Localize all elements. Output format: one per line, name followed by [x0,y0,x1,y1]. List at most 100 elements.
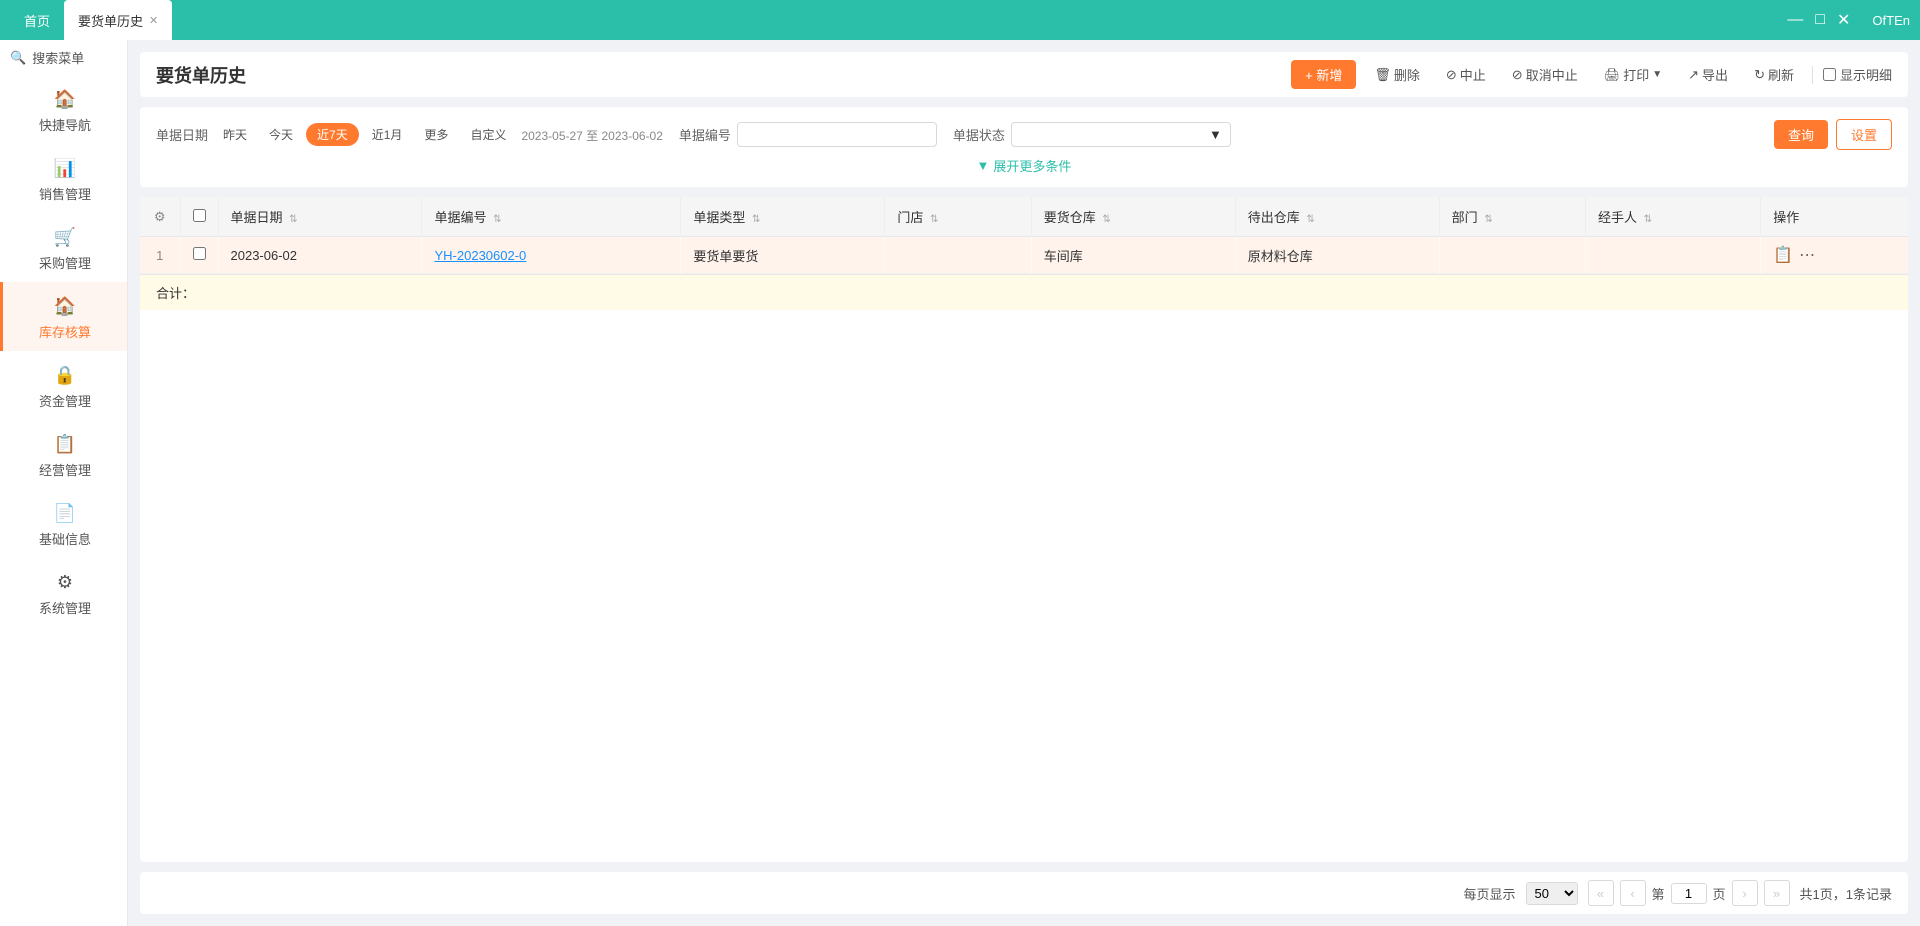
search-menu[interactable]: 🔍 搜索菜单 [0,40,127,75]
more-icon[interactable]: ⋯ [1799,245,1815,265]
basic-icon: 📄 [54,503,76,524]
col-settings[interactable]: ⚙ [140,197,180,237]
doc-no-link[interactable]: YH-20230602-0 [434,248,526,263]
edit-icon[interactable]: 📋 [1773,245,1793,265]
action-icons: 📋 ⋯ [1773,245,1896,265]
main-layout: 🔍 搜索菜单 🏠 快捷导航 📊 销售管理 🛒 采购管理 🏠 库存核算 🔒 资金管… [0,40,1920,926]
tab-home[interactable]: 首页 [10,0,64,40]
date-btn-yesterday[interactable]: 昨天 [214,123,256,146]
new-button[interactable]: + 新增 [1291,60,1356,89]
sidebar-item-nav[interactable]: 🏠 快捷导航 [0,75,127,144]
finance-icon: 🔒 [54,365,76,386]
row-doc-no: YH-20230602-0 [422,237,681,274]
nav-icon: 🏠 [54,89,76,110]
row-handler [1586,237,1761,274]
sidebar-item-purchase[interactable]: 🛒 采购管理 [0,213,127,282]
row-checkbox-cell [180,237,218,274]
stop-button[interactable]: ⊘ 中止 [1438,61,1494,88]
table-row: 1 2023-06-02 YH-20230602-0 要货单要货 车间库 原材料… [140,237,1908,274]
print-icon: 🖨 [1604,67,1621,83]
prev-page-btn[interactable]: ‹ [1620,880,1646,906]
window-controls: — □ ✕ OfTEn [1787,10,1910,30]
settings-button[interactable]: 设置 [1836,119,1892,150]
export-icon: ↗ [1688,67,1699,83]
maximize-icon[interactable]: □ [1815,11,1825,29]
toolbar-divider [1812,66,1813,84]
delete-button[interactable]: 🗑 删除 [1366,61,1428,88]
action-buttons: 查询 设置 [1774,119,1892,150]
col-dept-sort[interactable]: ⇅ [1484,214,1492,225]
col-handler: 经手人 ⇅ [1586,197,1761,237]
data-table: ⚙ 单据日期 ⇅ 单据编号 ⇅ 单据类型 [140,197,1908,862]
sidebar-item-operation[interactable]: 📋 经营管理 [0,420,127,489]
page-input[interactable] [1671,883,1707,904]
col-store: 门店 ⇅ [885,197,1031,237]
page-suffix: 页 [1713,884,1726,903]
sidebar-item-system[interactable]: ⚙ 系统管理 [0,558,127,627]
tab-close-icon[interactable]: ✕ [149,14,158,27]
col-pending-warehouse: 待出仓库 ⇅ [1235,197,1439,237]
operation-icon: 📋 [54,434,76,455]
sidebar-item-inventory[interactable]: 🏠 库存核算 [0,282,127,351]
export-button[interactable]: ↗ 导出 [1680,61,1736,88]
col-doctype-sort[interactable]: ⇅ [752,214,760,225]
minimize-icon[interactable]: — [1787,11,1803,29]
col-doc-no: 单据编号 ⇅ [422,197,681,237]
row-store [885,237,1031,274]
col-store-sort[interactable]: ⇅ [930,214,938,225]
row-date: 2023-06-02 [218,237,422,274]
col-docno-sort[interactable]: ⇅ [493,214,501,225]
sales-icon: 📊 [54,158,76,179]
cancel-stop-button[interactable]: ⊘ 取消中止 [1504,61,1586,88]
expand-more[interactable]: ▼ 展开更多条件 [156,156,1892,175]
page-header: 要货单历史 + 新增 🗑 删除 ⊘ 中止 ⊘ 取消中止 🖨 打印 [140,52,1908,97]
refresh-icon: ↻ [1754,67,1765,83]
doc-number-input[interactable] [737,122,937,147]
pagination-bar: 每页显示 10 20 50 100 « ‹ 第 页 › » 共1页，1条记录 [140,872,1908,914]
col-req-wh-sort[interactable]: ⇅ [1102,214,1110,225]
date-btn-1month[interactable]: 近1月 [363,123,412,146]
status-filter-group: 单据状态 ▼ [953,122,1231,147]
delete-icon: 🗑 [1374,67,1391,83]
print-button[interactable]: 🖨 打印 ▼ [1596,61,1670,88]
col-date-sort[interactable]: ⇅ [289,214,297,225]
page-nav: « ‹ 第 页 › » [1588,880,1790,906]
status-label: 单据状态 [953,125,1005,144]
col-date: 单据日期 ⇅ [218,197,422,237]
sidebar-item-finance[interactable]: 🔒 资金管理 [0,351,127,420]
last-page-btn[interactable]: » [1764,880,1790,906]
next-page-btn[interactable]: › [1732,880,1758,906]
print-chevron-icon: ▼ [1652,69,1662,80]
col-checkbox [180,197,218,237]
close-window-icon[interactable]: ✕ [1837,10,1850,30]
per-page-select[interactable]: 10 20 50 100 [1526,882,1578,905]
expand-icon: ▼ [977,158,990,173]
per-page-label: 每页显示 [1463,884,1515,903]
date-btn-today[interactable]: 今天 [260,123,302,146]
purchase-icon: 🛒 [54,227,76,248]
col-department: 部门 ⇅ [1439,197,1585,237]
col-doc-type: 单据类型 ⇅ [681,197,885,237]
first-page-btn[interactable]: « [1588,880,1614,906]
refresh-button[interactable]: ↻ 刷新 [1746,61,1802,88]
date-btn-7days[interactable]: 近7天 [306,123,359,146]
status-select[interactable]: ▼ [1011,122,1231,147]
col-req-warehouse: 要货仓库 ⇅ [1031,197,1235,237]
sidebar: 🔍 搜索菜单 🏠 快捷导航 📊 销售管理 🛒 采购管理 🏠 库存核算 🔒 资金管… [0,40,128,926]
date-btn-more[interactable]: 更多 [415,123,457,146]
page-label: 第 [1652,884,1665,903]
row-checkbox[interactable] [193,247,206,260]
row-department [1439,237,1585,274]
page-title: 要货单历史 [156,62,246,88]
tab-requisition-history[interactable]: 要货单历史 ✕ [64,0,172,40]
show-detail-checkbox[interactable]: 显示明细 [1823,65,1892,84]
col-handler-sort[interactable]: ⇅ [1644,214,1652,225]
show-detail-input[interactable] [1823,68,1836,81]
select-all-checkbox[interactable] [193,209,206,222]
sidebar-item-basic[interactable]: 📄 基础信息 [0,489,127,558]
sidebar-item-sales[interactable]: 📊 销售管理 [0,144,127,213]
row-pending-warehouse: 原材料仓库 [1235,237,1439,274]
col-pending-wh-sort[interactable]: ⇅ [1306,214,1314,225]
query-button[interactable]: 查询 [1774,120,1828,149]
date-btn-custom[interactable]: 自定义 [461,123,515,146]
